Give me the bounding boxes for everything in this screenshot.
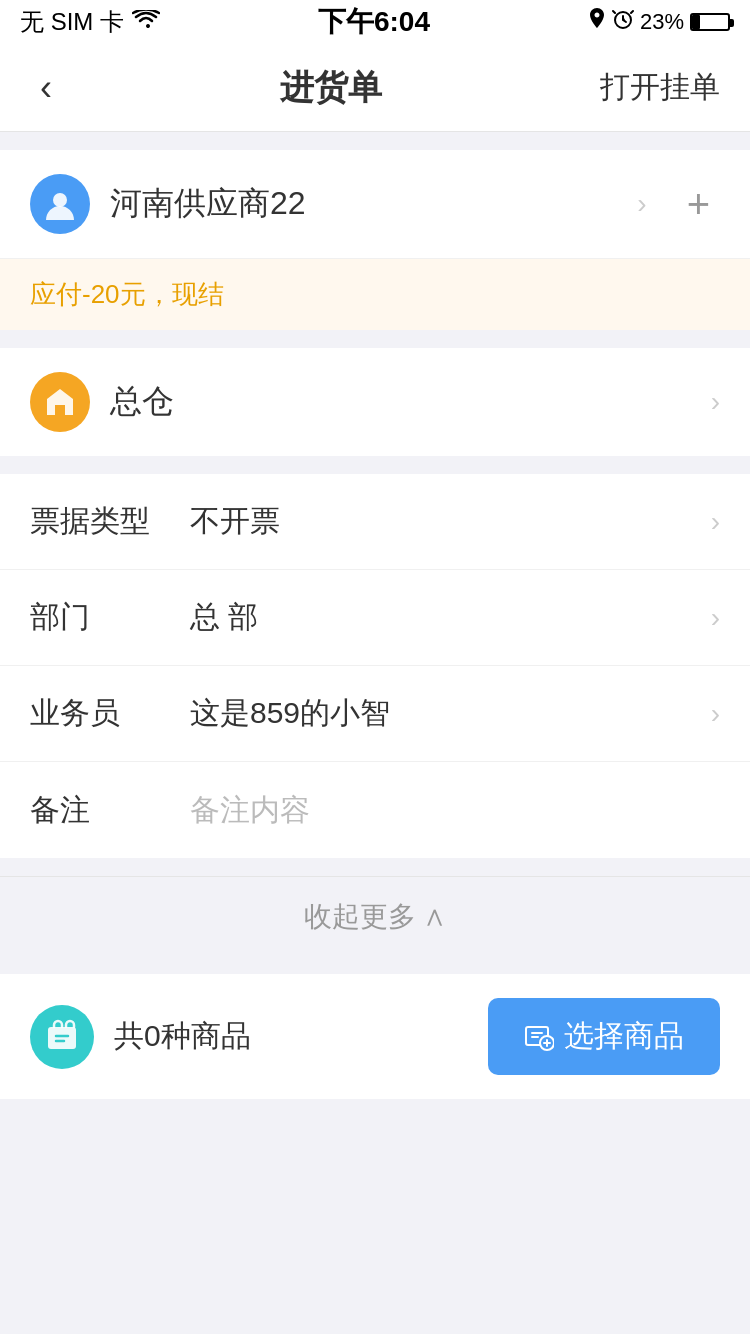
dept-chevron-icon: › (711, 602, 720, 634)
warehouse-chevron-icon: › (711, 386, 720, 418)
supplier-chevron-icon: › (637, 188, 646, 220)
battery-icon (690, 13, 730, 31)
status-bar: 无 SIM 卡 下午6:04 23% (0, 0, 750, 44)
sales-value: 这是859的小智 (170, 693, 701, 734)
department-row[interactable]: 部门 总 部 › (0, 570, 750, 666)
warehouse-card: 总仓 › (0, 348, 750, 456)
warehouse-name: 总仓 (110, 380, 701, 424)
page-title: 进货单 (280, 65, 382, 111)
add-supplier-button[interactable]: + (677, 182, 720, 227)
location-icon (588, 8, 606, 36)
warehouse-row[interactable]: 总仓 › (0, 348, 750, 456)
status-right: 23% (588, 8, 730, 36)
remark-row[interactable]: 备注 备注内容 (0, 762, 750, 858)
product-count: 共0种商品 (114, 1016, 488, 1057)
section-gap-1 (0, 132, 750, 150)
product-icon (30, 1005, 94, 1069)
supplier-name: 河南供应商22 (110, 182, 637, 226)
invoice-label: 票据类型 (30, 501, 170, 542)
remark-label: 备注 (30, 790, 170, 831)
back-button[interactable]: ‹ (30, 57, 62, 119)
sales-row[interactable]: 业务员 这是859的小智 › (0, 666, 750, 762)
status-left: 无 SIM 卡 (20, 6, 160, 38)
section-gap-2 (0, 330, 750, 348)
supplier-alert: 应付-20元，现结 (0, 259, 750, 330)
carrier-text: 无 SIM 卡 (20, 6, 124, 38)
open-pending-button[interactable]: 打开挂单 (600, 67, 720, 108)
invoice-chevron-icon: › (711, 506, 720, 538)
warehouse-icon (30, 372, 90, 432)
product-bar: 共0种商品 选择商品 (0, 974, 750, 1099)
collapse-button[interactable]: 收起更多 ∧ (0, 876, 750, 956)
dept-label: 部门 (30, 597, 170, 638)
sales-chevron-icon: › (711, 698, 720, 730)
dept-value: 总 部 (170, 597, 701, 638)
battery-percent: 23% (640, 9, 684, 35)
remark-input[interactable]: 备注内容 (170, 790, 720, 831)
svg-point-1 (53, 193, 67, 207)
supplier-row[interactable]: 河南供应商22 › + (0, 150, 750, 259)
svg-rect-3 (48, 1027, 76, 1049)
invoice-row[interactable]: 票据类型 不开票 › (0, 474, 750, 570)
invoice-value: 不开票 (170, 501, 701, 542)
supplier-card: 河南供应商22 › + 应付-20元，现结 (0, 150, 750, 330)
sales-label: 业务员 (30, 693, 170, 734)
page-rest (0, 1099, 750, 1334)
supplier-avatar (30, 174, 90, 234)
alarm-icon (612, 8, 634, 36)
wifi-icon (132, 8, 160, 36)
form-section: 票据类型 不开票 › 部门 总 部 › 业务员 这是859的小智 › 备注 备注… (0, 474, 750, 858)
nav-bar: ‹ 进货单 打开挂单 (0, 44, 750, 132)
select-product-label: 选择商品 (564, 1016, 684, 1057)
status-time: 下午6:04 (318, 3, 430, 41)
svg-rect-2 (55, 405, 65, 415)
select-product-button[interactable]: 选择商品 (488, 998, 720, 1075)
